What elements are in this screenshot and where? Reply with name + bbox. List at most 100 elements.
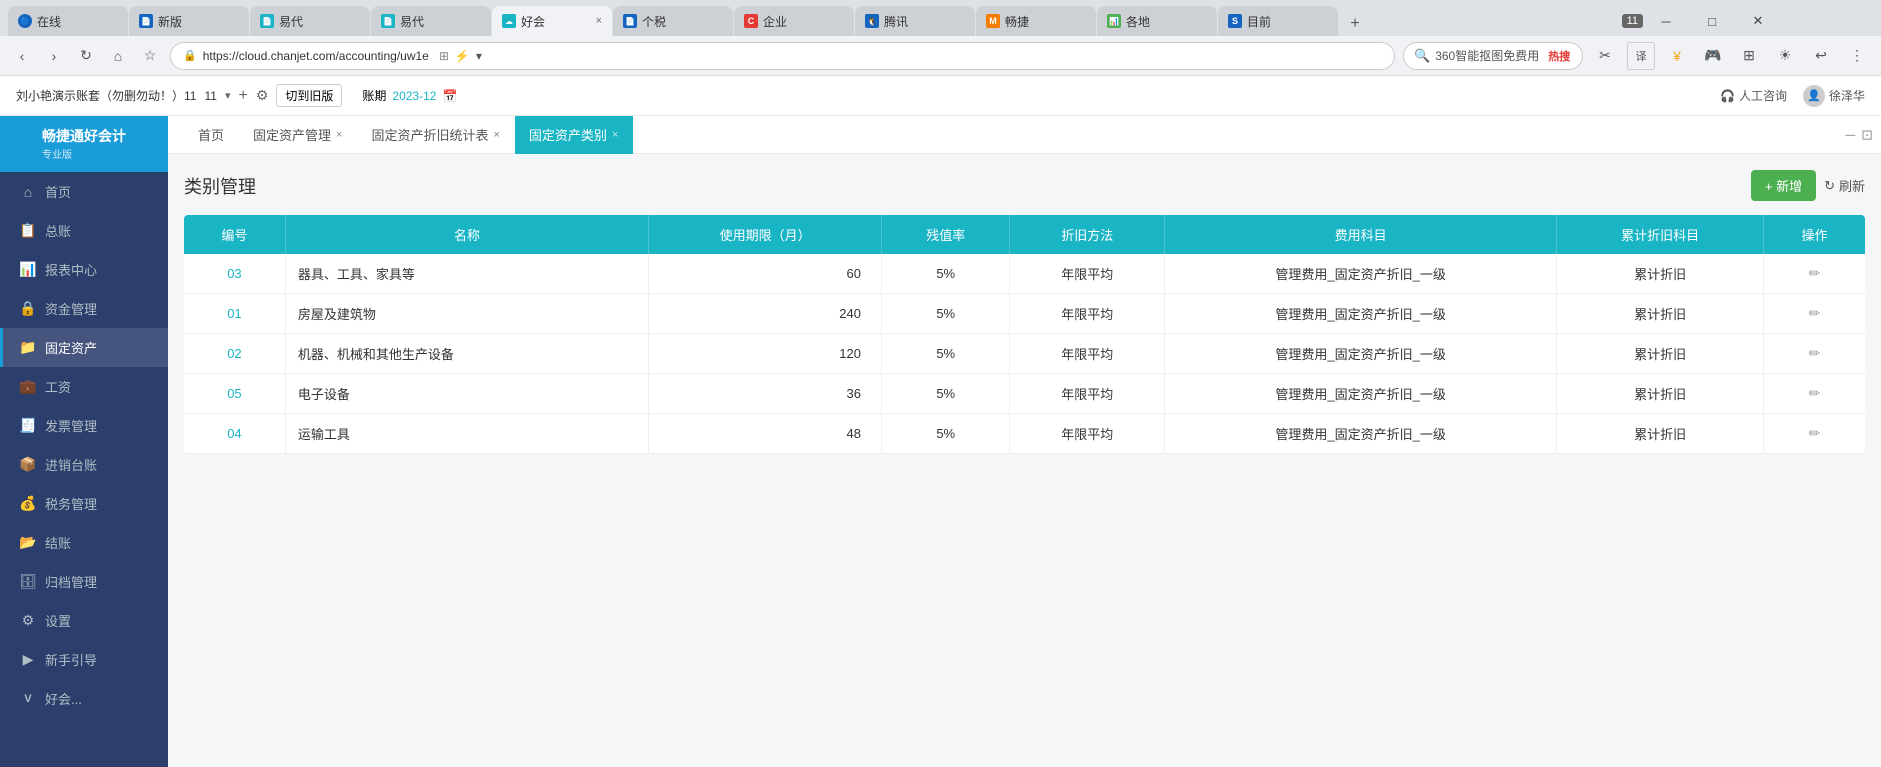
col-expense: 费用科目 xyxy=(1165,215,1557,254)
close-fixed-assets-tab[interactable]: × xyxy=(336,129,342,141)
sidebar-item-home[interactable]: ⌂ 首页 xyxy=(0,172,168,211)
edit-btn-1[interactable]: ✏ xyxy=(1809,305,1821,321)
sidebar-item-purchase-sales[interactable]: 📦 进销台账 xyxy=(0,445,168,484)
notification-count: 11 xyxy=(204,89,216,103)
sidebar-label-funds: 资金管理 xyxy=(45,299,97,318)
sidebar-item-archive[interactable]: 🗄 归档管理 xyxy=(0,562,168,601)
sidebar-item-payroll[interactable]: 💼 工资 xyxy=(0,367,168,406)
tab-favicon-1: 🔵 xyxy=(18,14,32,28)
sidebar-item-fixed-assets[interactable]: 📁 固定资产 xyxy=(0,328,168,367)
edit-btn-4[interactable]: ✏ xyxy=(1809,425,1821,441)
cell-action-3: ✏ xyxy=(1764,374,1865,414)
user-avatar-area[interactable]: 👤 徐泽华 xyxy=(1803,85,1865,107)
browser-tab-10[interactable]: 📊 各地 xyxy=(1097,6,1217,36)
sidebar-item-funds[interactable]: 🔒 资金管理 xyxy=(0,289,168,328)
sidebar-item-guide[interactable]: ▶ 新手引导 xyxy=(0,640,168,679)
new-tab-btn[interactable]: + xyxy=(1343,12,1367,36)
cell-action-0: ✏ xyxy=(1764,254,1865,294)
sidebar-item-ledger[interactable]: 📋 总账 xyxy=(0,211,168,250)
col-name: 名称 xyxy=(285,215,648,254)
col-method: 折旧方法 xyxy=(1010,215,1165,254)
scissors-icon[interactable]: ✂ xyxy=(1591,42,1619,70)
forward-btn[interactable]: › xyxy=(42,44,66,68)
home-browser-btn[interactable]: ⌂ xyxy=(106,44,130,68)
sidebar-item-haohuiji[interactable]: V 好会... xyxy=(0,679,168,718)
browser-tab-9[interactable]: M 畅捷 xyxy=(976,6,1096,36)
sidebar-item-invoice[interactable]: 🧾 发票管理 xyxy=(0,406,168,445)
address-bar[interactable]: 🔒 https://cloud.chanjet.com/accounting/u… xyxy=(170,42,1395,70)
edit-btn-3[interactable]: ✏ xyxy=(1809,385,1821,401)
tab-favicon-10: 📊 xyxy=(1107,14,1121,28)
payroll-icon: 💼 xyxy=(19,378,37,395)
sidebar-item-tax[interactable]: 💰 税务管理 xyxy=(0,484,168,523)
edit-btn-2[interactable]: ✏ xyxy=(1809,345,1821,361)
close-depreciation-tab[interactable]: × xyxy=(493,129,499,141)
cell-depreciation-1: 累计折旧 xyxy=(1557,294,1764,334)
undo-icon[interactable]: ↩ xyxy=(1807,42,1835,70)
refresh-browser-btn[interactable]: ↻ xyxy=(74,44,98,68)
grid-icon[interactable]: ⊞ xyxy=(1735,42,1763,70)
browser-tab-7[interactable]: C 企业 xyxy=(734,6,854,36)
edit-btn-0[interactable]: ✏ xyxy=(1809,265,1821,281)
cell-residual-4: 5% xyxy=(881,414,1009,454)
headset-icon: 🎧 xyxy=(1720,89,1735,103)
browser-tab-5[interactable]: ☁ 好会 × xyxy=(492,6,612,36)
add-account-icon[interactable]: + xyxy=(238,87,247,105)
settings-icon-header[interactable]: ⚙ xyxy=(256,87,269,104)
cell-expense-0: 管理费用_固定资产折旧_一级 xyxy=(1165,254,1557,294)
cell-method-1: 年限平均 xyxy=(1010,294,1165,334)
page-tab-category[interactable]: 固定资产类别 × xyxy=(515,116,633,154)
refresh-btn[interactable]: ↻ 刷新 xyxy=(1824,176,1865,195)
haohuiji-icon: V xyxy=(19,693,37,705)
browser-tab-2[interactable]: 📄 新版 xyxy=(129,6,249,36)
sidebar-item-settings[interactable]: ⚙ 设置 xyxy=(0,601,168,640)
min-btn[interactable]: ─ xyxy=(1643,6,1689,36)
sidebar-item-closing[interactable]: 📂 结账 xyxy=(0,523,168,562)
close-category-tab[interactable]: × xyxy=(612,129,618,141)
brightness-icon[interactable]: ☀ xyxy=(1771,42,1799,70)
tab-favicon-5: ☁ xyxy=(502,14,516,28)
guide-icon: ▶ xyxy=(19,651,37,668)
sidebar-item-reports[interactable]: 📊 报表中心 xyxy=(0,250,168,289)
bookmark-btn[interactable]: ☆ xyxy=(138,44,162,68)
close-btn[interactable]: ✕ xyxy=(1735,6,1781,36)
sidebar-label-archive: 归档管理 xyxy=(45,572,97,591)
tab-label-7: 企业 xyxy=(763,13,787,30)
sidebar-label-home: 首页 xyxy=(45,182,71,201)
wallet-icon[interactable]: ¥ xyxy=(1663,42,1691,70)
support-label: 人工咨询 xyxy=(1739,87,1787,104)
browser-tab-8[interactable]: 🐧 腾讯 xyxy=(855,6,975,36)
header-right: 🎧 人工咨询 👤 徐泽华 xyxy=(1720,85,1865,107)
browser-tab-4[interactable]: 📄 易代 xyxy=(371,6,491,36)
add-btn[interactable]: + 新增 xyxy=(1751,170,1816,201)
dropdown-icon[interactable]: ▾ xyxy=(225,89,231,102)
restore-btn[interactable]: □ xyxy=(1689,6,1735,36)
cell-code-4: 04 xyxy=(184,414,285,454)
tab-label-8: 腾讯 xyxy=(884,13,908,30)
cell-residual-3: 5% xyxy=(881,374,1009,414)
address-row: ‹ › ↻ ⌂ ☆ 🔒 https://cloud.chanjet.com/ac… xyxy=(0,36,1881,76)
game-icon[interactable]: 🎮 xyxy=(1699,42,1727,70)
more-icon[interactable]: ⋮ xyxy=(1843,42,1871,70)
search-icon: 🔍 xyxy=(1414,48,1430,64)
page-tab-home[interactable]: 首页 xyxy=(184,116,239,154)
support-btn[interactable]: 🎧 人工咨询 xyxy=(1720,87,1787,104)
panel-minimize-btn[interactable]: ─ xyxy=(1845,126,1855,143)
search-box[interactable]: 🔍 360智能抠图免费用 热搜 xyxy=(1403,42,1583,70)
calendar-icon[interactable]: 📅 xyxy=(442,89,457,103)
cell-method-2: 年限平均 xyxy=(1010,334,1165,374)
tab-close-5[interactable]: × xyxy=(596,15,602,27)
cell-action-2: ✏ xyxy=(1764,334,1865,374)
translate-icon[interactable]: 译 xyxy=(1627,42,1655,70)
panel-expand-btn[interactable]: ⊡ xyxy=(1861,126,1873,143)
browser-tabs: 🔵 在线 📄 新版 📄 易代 📄 易代 ☁ 好会 × 📄 个税 C 企业 xyxy=(0,0,1881,36)
browser-tab-1[interactable]: 🔵 在线 xyxy=(8,6,128,36)
col-code: 编号 xyxy=(184,215,285,254)
browser-tab-6[interactable]: 📄 个税 xyxy=(613,6,733,36)
browser-tab-11[interactable]: S 目前 xyxy=(1218,6,1338,36)
back-btn[interactable]: ‹ xyxy=(10,44,34,68)
browser-tab-3[interactable]: 📄 易代 xyxy=(250,6,370,36)
page-tab-depreciation-stats[interactable]: 固定资产折旧统计表 × xyxy=(357,116,514,154)
page-tab-fixed-assets-mgmt[interactable]: 固定资产管理 × xyxy=(239,116,357,154)
switch-version-btn[interactable]: 切到旧版 xyxy=(276,84,342,107)
